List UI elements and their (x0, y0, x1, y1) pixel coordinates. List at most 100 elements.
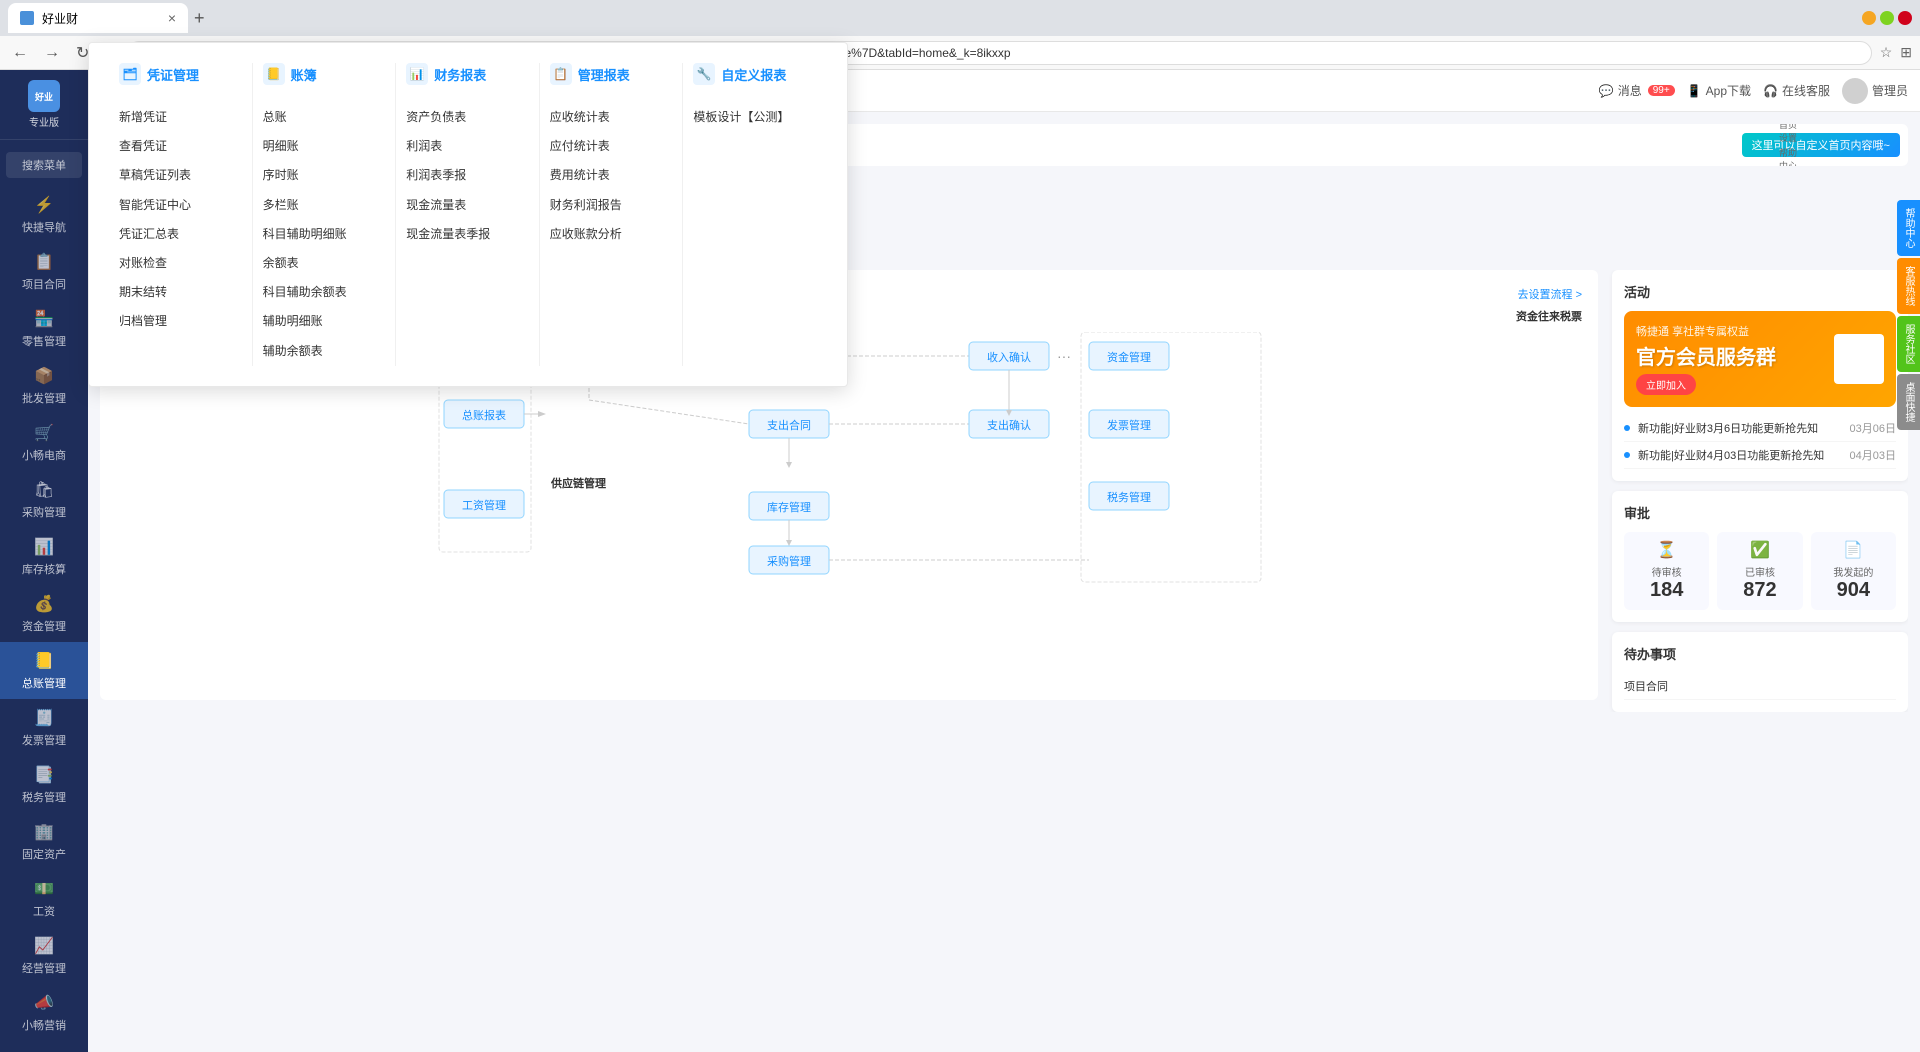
qr-code (1834, 334, 1884, 384)
svg-text:发票管理: 发票管理 (1107, 418, 1151, 432)
dropdown-item-aux-detail[interactable]: 辅助明细账 (263, 307, 386, 336)
todo-item-project[interactable]: 项目合同 (1624, 673, 1896, 700)
dropdown-item-aux-balance[interactable]: 辅助余额表 (263, 337, 386, 366)
message-label: 消息 (1618, 82, 1642, 99)
dropdown-item-multi-column[interactable]: 多栏账 (263, 191, 386, 220)
search-menu-button[interactable]: 搜索菜单 (6, 152, 82, 178)
sidebar-item-retail[interactable]: 🏪 零售管理 (0, 300, 88, 357)
sidebar-item-basic[interactable]: ℹ 基础信息 (0, 1041, 88, 1052)
dropdown-item-reconcile[interactable]: 对账检查 (119, 249, 242, 278)
dropdown-item-subject-balance[interactable]: 科目辅助余额表 (263, 278, 386, 307)
dropdown-item-draft-voucher[interactable]: 草稿凭证列表 (119, 161, 242, 190)
approval-card-done[interactable]: ✅ 已审核 872 (1717, 532, 1802, 610)
back-button[interactable]: ← (8, 42, 32, 64)
dropdown-item-balance[interactable]: 余额表 (263, 249, 386, 278)
todo-label-project: 项目合同 (1624, 678, 1668, 694)
message-button[interactable]: 💬 消息 99+ (1599, 82, 1675, 99)
svg-text:税务管理: 税务管理 (1107, 490, 1151, 504)
sidebar-item-invoice[interactable]: 🧾 发票管理 (0, 699, 88, 756)
done-label: 已审核 (1725, 564, 1794, 579)
approval-card-pending[interactable]: ⏳ 待审核 184 (1624, 532, 1709, 610)
maximize-button[interactable] (1880, 11, 1894, 25)
setup-flow-button[interactable]: 去设置流程 > (1518, 286, 1582, 302)
invoice-icon: 🧾 (33, 707, 55, 729)
sidebar-item-ops[interactable]: 📈 经营管理 (0, 927, 88, 984)
sidebar-item-salary[interactable]: 💵 工资 (0, 870, 88, 927)
dropdown-item-profit-loss[interactable]: 利润表 (406, 132, 529, 161)
dropdown-item-balance-sheet[interactable]: 资产负债表 (406, 103, 529, 132)
sidebar-item-assets[interactable]: 🏢 固定资产 (0, 813, 88, 870)
quicknav-icon: ⚡ (33, 194, 55, 216)
app-download-button[interactable]: 📱 App下载 (1687, 82, 1751, 99)
browser-tab[interactable]: 好业财 × (8, 3, 188, 33)
dropdown-menu[interactable]: 🗂 凭证管理 新增凭证 查看凭证 草稿凭证列表 智能凭证中心 凭证汇总表 对账检… (88, 42, 848, 387)
dropdown-item-period-end[interactable]: 期末结转 (119, 278, 242, 307)
news-text-1: 新功能|好业财3月6日功能更新抢先知 (1638, 420, 1842, 436)
right-nav-quick: 首页设置 帮助中心 (1758, 124, 1818, 166)
online-service-button[interactable]: 🎧 在线客服 (1763, 82, 1830, 99)
forward-button[interactable]: → (40, 42, 64, 64)
sidebar-item-project[interactable]: 📋 项目合同 (0, 243, 88, 300)
sidebar-item-quicknav[interactable]: ⚡ 快捷导航 (0, 186, 88, 243)
user-menu[interactable]: 管理员 (1842, 78, 1908, 104)
dropdown-item-sequential[interactable]: 序时账 (263, 161, 386, 190)
sidebar-item-finance[interactable]: 💰 资金管理 (0, 585, 88, 642)
address-bar-icons: ☆ ⊞ (1880, 44, 1912, 61)
sidebar-item-purchase[interactable]: 🛍 采购管理 (0, 471, 88, 528)
sidebar-item-inventory[interactable]: 📊 库存核算 (0, 528, 88, 585)
customer-service-button[interactable]: 客服热线 (1897, 258, 1920, 314)
home-setup-label[interactable]: 首页设置 (1758, 124, 1818, 144)
sidebar-item-ecommerce[interactable]: 🛒 小畅电商 (0, 414, 88, 471)
news-item-1[interactable]: 新功能|好业财3月6日功能更新抢先知 03月06日 (1624, 415, 1896, 442)
new-tab-button[interactable]: + (194, 8, 205, 29)
dropdown-item-payable-stats[interactable]: 应付统计表 (550, 132, 673, 161)
approval-card-sent[interactable]: 📄 我发起的 904 (1811, 532, 1896, 610)
news-item-2[interactable]: 新功能|好业财4月03日功能更新抢先知 04月03日 (1624, 442, 1896, 469)
dropdown-item-financial-profit[interactable]: 财务利润报告 (550, 191, 673, 220)
dropdown-item-voucher-summary[interactable]: 凭证汇总表 (119, 220, 242, 249)
dropdown-item-receivable-analysis[interactable]: 应收账款分析 (550, 220, 673, 249)
retail-icon: 🏪 (33, 308, 55, 330)
news-text-2: 新功能|好业财4月03日功能更新抢先知 (1638, 447, 1842, 463)
help-center-button[interactable]: 帮助中心 (1897, 200, 1920, 256)
community-button[interactable]: 服务社区 (1897, 316, 1920, 372)
close-button[interactable] (1898, 11, 1912, 25)
message-badge: 99+ (1648, 85, 1675, 96)
sidebar: 好业 专业版 搜索菜单 ⚡ 快捷导航 📋 项目合同 🏪 零售管理 📦 批发管理 … (0, 70, 88, 1052)
approval-grid: ⏳ 待审核 184 ✅ 已审核 872 📄 (1624, 532, 1896, 610)
dropdown-item-add-voucher[interactable]: 新增凭证 (119, 103, 242, 132)
dropdown-item-expense-stats[interactable]: 费用统计表 (550, 161, 673, 190)
extension-icon[interactable]: ⊞ (1900, 44, 1912, 61)
dropdown-item-profit-quarterly[interactable]: 利润表季报 (406, 161, 529, 190)
dropdown-item-general-ledger[interactable]: 总账 (263, 103, 386, 132)
dropdown-item-template-design[interactable]: 模板设计【公测】 (693, 103, 817, 132)
sidebar-item-accounting[interactable]: 📒 总账管理 (0, 642, 88, 699)
dropdown-item-subject-detail[interactable]: 科目辅助明细账 (263, 220, 386, 249)
ops-icon: 📈 (33, 935, 55, 957)
dropdown-item-receivable-stats[interactable]: 应收统计表 (550, 103, 673, 132)
dropdown-col-management-report: 📋 管理报表 应收统计表 应付统计表 费用统计表 财务利润报告 应收账款分析 (540, 63, 684, 366)
sidebar-item-marketing[interactable]: 📣 小畅营销 (0, 984, 88, 1041)
desktop-button[interactable]: 桌面快捷 (1897, 374, 1920, 430)
bookmark-icon[interactable]: ☆ (1880, 44, 1893, 61)
dropdown-item-cash-flow-quarterly[interactable]: 现金流量表季报 (406, 220, 529, 249)
capital-tax-label: 资金往来税票 (1516, 308, 1582, 324)
dropdown-item-cash-flow[interactable]: 现金流量表 (406, 191, 529, 220)
sent-label: 我发起的 (1819, 564, 1888, 579)
help-center-label[interactable]: 帮助中心 (1758, 146, 1818, 166)
sidebar-logo: 好业 专业版 (0, 70, 88, 140)
svg-text:库存管理: 库存管理 (767, 500, 811, 514)
dropdown-item-detail-ledger[interactable]: 明细账 (263, 132, 386, 161)
app-label: App下载 (1706, 82, 1751, 99)
dropdown-item-smart-voucher[interactable]: 智能凭证中心 (119, 191, 242, 220)
sidebar-item-label: 发票管理 (22, 732, 66, 748)
sidebar-item-tax[interactable]: 📑 税务管理 (0, 756, 88, 813)
tab-close-button[interactable]: × (168, 10, 176, 26)
finance-icon: 💰 (33, 593, 55, 615)
sidebar-item-wholesale[interactable]: 📦 批发管理 (0, 357, 88, 414)
minimize-button[interactable] (1862, 11, 1876, 25)
dropdown-item-archive[interactable]: 归档管理 (119, 307, 242, 336)
join-button[interactable]: 立即加入 (1636, 374, 1696, 395)
top-right-nav: 💬 消息 99+ 📱 App下载 🎧 在线客服 管理员 (1599, 78, 1908, 104)
dropdown-item-view-voucher[interactable]: 查看凭证 (119, 132, 242, 161)
